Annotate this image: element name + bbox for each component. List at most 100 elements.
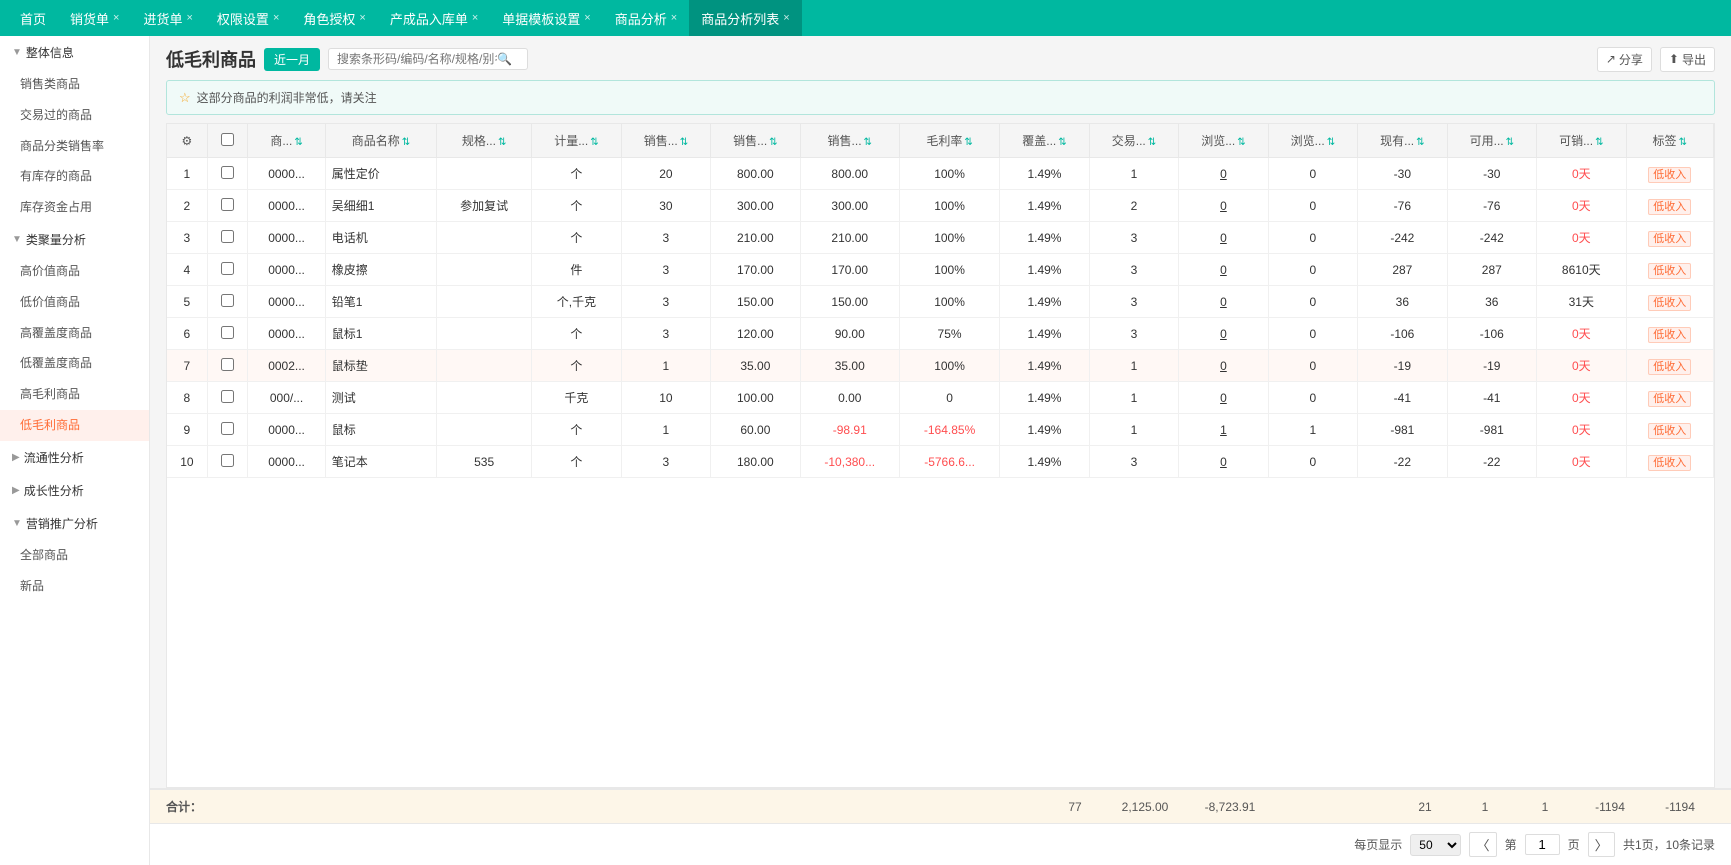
select-all-checkbox[interactable] [221, 133, 234, 146]
cell-view1[interactable]: 1 [1179, 414, 1268, 446]
view1-link[interactable]: 0 [1220, 199, 1227, 213]
nav-close-icon[interactable]: × [113, 12, 119, 24]
th-spec[interactable]: 规格...⇅ [437, 124, 532, 158]
th-checkbox[interactable] [207, 124, 248, 158]
sidebar-item-high-margin[interactable]: 高毛利商品 [0, 379, 149, 410]
nav-close-icon[interactable]: × [472, 12, 478, 24]
tag-badge: 低收入 [1648, 327, 1691, 343]
nav-purchase-order[interactable]: 进货单 × [131, 0, 204, 36]
sidebar-group-growth[interactable]: ▶ 成长性分析 [0, 474, 149, 507]
view1-link[interactable]: 0 [1220, 263, 1227, 277]
view1-link[interactable]: 0 [1220, 359, 1227, 373]
cell-checkbox[interactable] [207, 446, 248, 478]
th-current-stock[interactable]: 现有...⇅ [1358, 124, 1447, 158]
nav-template-settings[interactable]: 单据模板设置 × [490, 0, 602, 36]
share-button[interactable]: ↗ 分享 [1597, 47, 1652, 72]
th-trade-count[interactable]: 交易...⇅ [1089, 124, 1178, 158]
th-code[interactable]: 商...⇅ [248, 124, 325, 158]
cell-checkbox[interactable] [207, 382, 248, 414]
th-view1[interactable]: 浏览...⇅ [1179, 124, 1268, 158]
sidebar-item-all-goods[interactable]: 全部商品 [0, 540, 149, 571]
cell-tag: 低收入 [1626, 286, 1713, 318]
sidebar-item-category-sales-rate[interactable]: 商品分类销售率 [0, 131, 149, 162]
nav-sales-order[interactable]: 销货单 × [58, 0, 131, 36]
sidebar-group-liquidity[interactable]: ▶ 流通性分析 [0, 441, 149, 474]
sidebar-item-high-coverage[interactable]: 高覆盖度商品 [0, 318, 149, 349]
nav-product-analysis[interactable]: 商品分析 × [603, 0, 689, 36]
th-coverage[interactable]: 覆盖...⇅ [1000, 124, 1089, 158]
cell-view1[interactable]: 0 [1179, 382, 1268, 414]
sidebar-group-cluster-analysis[interactable]: ▼ 类聚量分析 [0, 223, 149, 256]
cell-view1[interactable]: 0 [1179, 254, 1268, 286]
cell-view1[interactable]: 0 [1179, 318, 1268, 350]
view1-link[interactable]: 0 [1220, 167, 1227, 181]
cell-view2: 0 [1268, 222, 1357, 254]
th-name[interactable]: 商品名称⇅ [325, 124, 436, 158]
nav-close-icon[interactable]: × [584, 12, 590, 24]
cell-view1[interactable]: 0 [1179, 222, 1268, 254]
view1-link[interactable]: 0 [1220, 327, 1227, 341]
cell-view1[interactable]: 0 [1179, 190, 1268, 222]
th-tag[interactable]: 标签⇅ [1626, 124, 1713, 158]
nav-close-icon[interactable]: × [783, 12, 789, 24]
view1-link[interactable]: 0 [1220, 391, 1227, 405]
th-view2[interactable]: 浏览...⇅ [1268, 124, 1357, 158]
cell-checkbox[interactable] [207, 158, 248, 190]
sidebar-item-low-value[interactable]: 低价值商品 [0, 287, 149, 318]
cell-view2: 0 [1268, 158, 1357, 190]
prev-page-button[interactable]: 〈 [1469, 832, 1496, 857]
cell-view1[interactable]: 0 [1179, 286, 1268, 318]
search-icon[interactable]: 🔍 [497, 52, 512, 66]
next-page-button[interactable]: 〉 [1588, 832, 1615, 857]
th-unit[interactable]: 计量...⇅ [532, 124, 621, 158]
view1-link[interactable]: 0 [1220, 231, 1227, 245]
view1-link[interactable]: 0 [1220, 295, 1227, 309]
cell-checkbox[interactable] [207, 318, 248, 350]
th-sales-qty[interactable]: 销售...⇅ [621, 124, 710, 158]
th-available-stock[interactable]: 可用...⇅ [1447, 124, 1536, 158]
nav-close-icon[interactable]: × [273, 12, 279, 24]
cell-checkbox[interactable] [207, 190, 248, 222]
sidebar-item-low-coverage[interactable]: 低覆盖度商品 [0, 348, 149, 379]
view1-link[interactable]: 1 [1220, 423, 1227, 437]
search-box[interactable]: 🔍 [328, 48, 528, 70]
nav-product-analysis-list[interactable]: 商品分析列表 × [689, 0, 801, 36]
sidebar-item-high-value[interactable]: 高价值商品 [0, 256, 149, 287]
page-size-select[interactable]: 50 100 200 [1410, 834, 1461, 856]
th-gross-margin[interactable]: 毛利率⇅ [899, 124, 999, 158]
cell-checkbox[interactable] [207, 414, 248, 446]
sidebar-item-low-margin[interactable]: 低毛利商品 [0, 410, 149, 441]
cell-checkbox[interactable] [207, 254, 248, 286]
cell-checkbox[interactable] [207, 286, 248, 318]
cell-view1[interactable]: 0 [1179, 158, 1268, 190]
th-saleable-days[interactable]: 可销...⇅ [1537, 124, 1626, 158]
th-sales-profit[interactable]: 销售...⇅ [800, 124, 899, 158]
sidebar-group-overall-info[interactable]: ▼ 整体信息 [0, 36, 149, 69]
sidebar-item-traded-goods[interactable]: 交易过的商品 [0, 100, 149, 131]
export-button[interactable]: ⬆ 导出 [1660, 47, 1715, 72]
cell-checkbox[interactable] [207, 222, 248, 254]
view1-link[interactable]: 0 [1220, 455, 1227, 469]
search-input[interactable] [337, 52, 497, 66]
nav-close-icon[interactable]: × [186, 12, 192, 24]
page-number-input[interactable] [1525, 834, 1560, 855]
nav-close-icon[interactable]: × [359, 12, 365, 24]
cell-gross-margin: -164.85% [899, 414, 999, 446]
cell-view1[interactable]: 0 [1179, 446, 1268, 478]
sidebar-item-new-goods[interactable]: 新品 [0, 571, 149, 602]
nav-home[interactable]: 首页 [8, 0, 58, 36]
cell-current-stock: -30 [1358, 158, 1447, 190]
nav-product-inbound[interactable]: 产成品入库单 × [378, 0, 490, 36]
sidebar-item-stock-capital[interactable]: 库存资金占用 [0, 192, 149, 223]
sidebar-item-stock-goods[interactable]: 有库存的商品 [0, 161, 149, 192]
date-filter-button[interactable]: 近一月 [264, 48, 320, 71]
sidebar-group-marketing[interactable]: ▼ 营销推广分析 [0, 507, 149, 540]
th-settings[interactable]: ⚙ [167, 124, 207, 158]
nav-permission-settings[interactable]: 权限设置 × [205, 0, 291, 36]
th-sales-amount[interactable]: 销售...⇅ [711, 124, 800, 158]
cell-view1[interactable]: 0 [1179, 350, 1268, 382]
nav-close-icon[interactable]: × [671, 12, 677, 24]
cell-checkbox[interactable] [207, 350, 248, 382]
nav-role-auth[interactable]: 角色授权 × [291, 0, 377, 36]
sidebar-item-sales-goods[interactable]: 销售类商品 [0, 69, 149, 100]
